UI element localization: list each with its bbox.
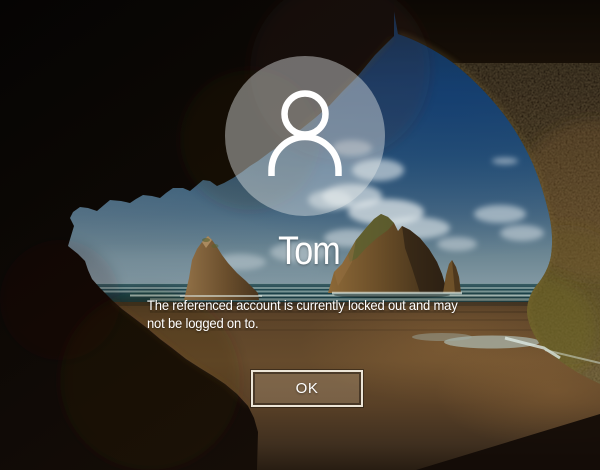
- lockout-message: The referenced account is currently lock…: [147, 297, 458, 332]
- lockout-message-line1: The referenced account is currently lock…: [147, 297, 458, 315]
- ok-button[interactable]: OK: [251, 370, 363, 407]
- user-avatar: [225, 56, 385, 216]
- username: Tom: [278, 231, 340, 271]
- lockout-message-line2: not be logged on to.: [147, 315, 458, 333]
- user-silhouette-icon: [225, 56, 385, 216]
- lock-screen: Tom The referenced account is currently …: [0, 0, 600, 470]
